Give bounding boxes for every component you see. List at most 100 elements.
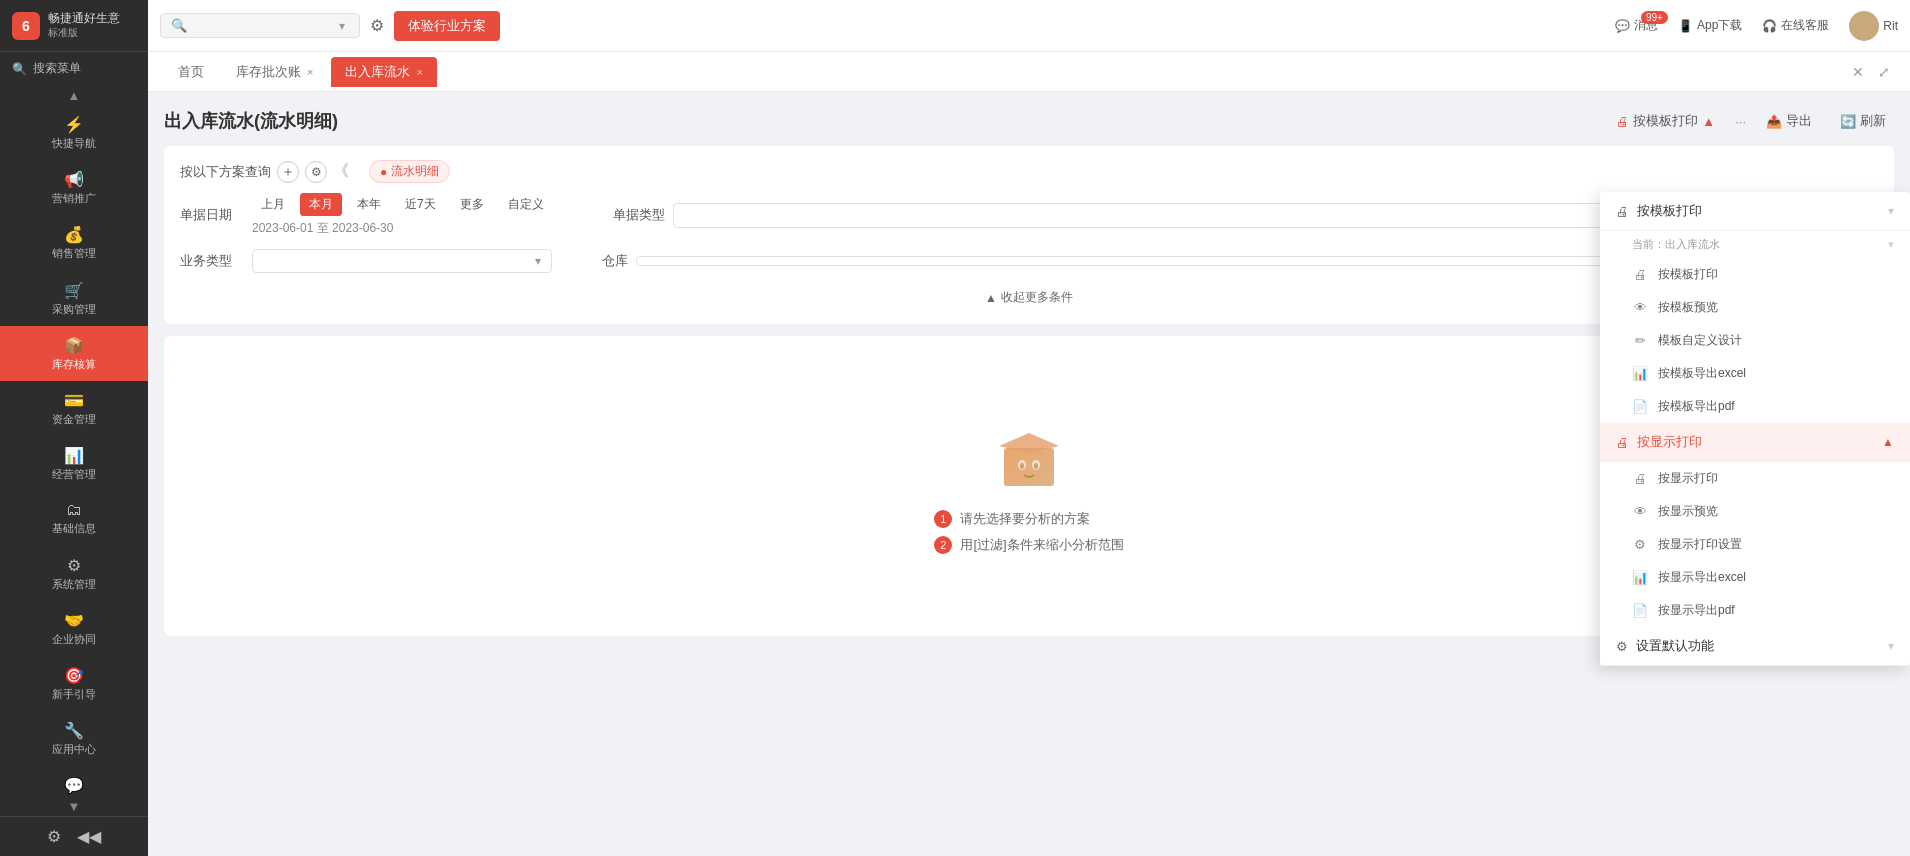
sidebar-item-finance[interactable]: 💳 资金管理: [0, 381, 148, 436]
dropdown-template-print-header[interactable]: 🖨 按模板打印 ▾: [1600, 192, 1910, 231]
tab-home-label: 首页: [178, 63, 204, 81]
date-btn-this-month[interactable]: 本月: [300, 193, 342, 216]
tab-batch-ledger[interactable]: 库存批次账 ×: [222, 57, 327, 87]
sidebar-item-label: 营销推广: [52, 192, 96, 205]
export-button[interactable]: 📤 导出: [1758, 108, 1820, 134]
app-logo-icon: 6: [12, 12, 40, 40]
template-print-label: 按模板打印: [1658, 266, 1718, 283]
page-title: 出入库流水(流水明细): [164, 109, 338, 133]
date-btn-custom[interactable]: 自定义: [499, 193, 553, 216]
tab-batch-ledger-label: 库存批次账: [236, 63, 301, 81]
filter-add-button[interactable]: ＋: [277, 161, 299, 183]
tab-batch-ledger-close[interactable]: ×: [307, 66, 313, 78]
step-1-num: 1: [934, 510, 952, 528]
sidebar-item-label: 经营管理: [52, 468, 96, 481]
dropdown-item-display-print[interactable]: 🖨 按显示打印: [1600, 462, 1910, 495]
base-info-icon: 🗂: [66, 501, 82, 519]
sidebar-item-newbie[interactable]: 🎯 新手引导: [0, 656, 148, 711]
refresh-button[interactable]: 🔄 刷新: [1832, 108, 1894, 134]
filter-setting-button[interactable]: ⚙: [305, 161, 327, 183]
industry-solution-button[interactable]: 体验行业方案: [394, 11, 500, 41]
sidebar-item-marketing[interactable]: 📢 营销推广: [0, 160, 148, 215]
collapse-up-icon: ▲: [985, 291, 997, 305]
printer-icon: 🖨: [1616, 114, 1629, 129]
export-label: 导出: [1786, 112, 1812, 130]
print-template-button[interactable]: 🖨 按模板打印 ▲: [1608, 108, 1723, 134]
filter-collapse-icon[interactable]: 《: [333, 161, 349, 182]
sidebar-item-label: 应用中心: [52, 743, 96, 756]
dropdown-item-display-print-settings[interactable]: ⚙ 按显示打印设置: [1600, 528, 1910, 561]
sidebar-item-label: 基础信息: [52, 522, 96, 535]
dropdown-item-display-pdf[interactable]: 📄 按显示导出pdf: [1600, 594, 1910, 627]
topbar-message-btn[interactable]: 💬 消息 99+: [1615, 17, 1658, 34]
dropdown-item-template-excel[interactable]: 📊 按模板导出excel: [1600, 357, 1910, 390]
sidebar-scroll-up[interactable]: ▲: [0, 85, 148, 105]
window-expand-button[interactable]: ⤢: [1874, 62, 1894, 82]
sidebar-nav: ⚡ 快捷导航 📢 营销推广 💰 销售管理 🛒 采购管理 📦 库存核算 💳 资金管…: [0, 105, 148, 796]
dropdown-item-display-preview[interactable]: 👁 按显示预览: [1600, 495, 1910, 528]
sidebar-item-enterprise-wechat[interactable]: 💬 企业微信: [0, 766, 148, 796]
sidebar-settings-icon[interactable]: ⚙: [47, 827, 61, 846]
sidebar-item-base-info[interactable]: 🗂 基础信息: [0, 491, 148, 545]
dropdown-item-template-pdf[interactable]: 📄 按模板导出pdf: [1600, 390, 1910, 423]
default-section-label: 设置默认功能: [1636, 637, 1714, 655]
tab-home[interactable]: 首页: [164, 57, 218, 87]
sidebar-scroll-down[interactable]: ▼: [0, 796, 148, 816]
sidebar-item-system[interactable]: ⚙ 系统管理: [0, 546, 148, 601]
page-actions-bar: 🖨 按模板打印 ▲ ··· 📤 导出 🔄 刷新: [1608, 108, 1894, 134]
business-type-select[interactable]: ▾: [252, 249, 552, 273]
date-btn-more[interactable]: 更多: [451, 193, 493, 216]
tab-flow[interactable]: 出入库流水 ×: [331, 57, 436, 87]
topbar-search-input[interactable]: [193, 19, 333, 33]
topbar-gear-icon[interactable]: ⚙: [370, 16, 384, 35]
sidebar-item-purchase[interactable]: 🛒 采购管理: [0, 271, 148, 326]
sidebar-item-inventory[interactable]: 📦 库存核算: [0, 326, 148, 381]
warehouse-select[interactable]: [636, 256, 1704, 266]
topbar-search-box[interactable]: 🔍 ▾: [160, 13, 360, 38]
display-print-header-icon: 🖨: [1616, 435, 1629, 450]
display-print-icon: 🖨: [1632, 471, 1648, 486]
dropdown-item-template-preview[interactable]: 👁 按模板预览: [1600, 291, 1910, 324]
sidebar-item-operations[interactable]: 📊 经营管理: [0, 436, 148, 491]
newbie-icon: 🎯: [64, 666, 84, 685]
sidebar-item-app-center[interactable]: 🔧 应用中心: [0, 711, 148, 766]
dropdown-current-label: 当前：出入库流水 ▾: [1600, 231, 1910, 258]
template-pdf-label: 按模板导出pdf: [1658, 398, 1735, 415]
sidebar-item-sales[interactable]: 💰 销售管理: [0, 215, 148, 270]
print-dropdown-panel: 🖨 按模板打印 ▾ 当前：出入库流水 ▾ 🖨 按模板打印 👁 按模板预览 ✏ 模…: [1600, 192, 1910, 666]
sidebar-collapse-icon[interactable]: ◀◀: [77, 827, 101, 846]
display-print-section-label: 按显示打印: [1637, 433, 1702, 451]
dropdown-item-display-excel[interactable]: 📊 按显示导出excel: [1600, 561, 1910, 594]
empty-steps: 1 请先选择要分析的方案 2 用[过滤]条件来缩小分析范围: [934, 510, 1123, 554]
filter-tag-chip[interactable]: ● 流水明细: [369, 160, 450, 183]
tab-flow-close[interactable]: ×: [416, 66, 422, 78]
date-btn-this-year[interactable]: 本年: [348, 193, 390, 216]
dropdown-item-template-print[interactable]: 🖨 按模板打印: [1600, 258, 1910, 291]
date-btn-7days[interactable]: 近7天: [396, 193, 445, 216]
more-options-dots[interactable]: ···: [1735, 114, 1746, 129]
enterprise-wechat-icon: 💬: [64, 776, 84, 795]
window-close-button[interactable]: ✕: [1848, 62, 1868, 82]
filter-tag-area: ● 流水明细: [369, 160, 450, 183]
date-btn-last-month[interactable]: 上月: [252, 193, 294, 216]
business-type-chevron: ▾: [535, 254, 541, 268]
finance-icon: 💳: [64, 391, 84, 410]
display-preview-label: 按显示预览: [1658, 503, 1718, 520]
topbar-search-chevron[interactable]: ▾: [339, 19, 345, 33]
template-design-icon: ✏: [1632, 333, 1648, 348]
dropdown-default-section-header[interactable]: ⚙ 设置默认功能 ▾: [1600, 627, 1910, 666]
sidebar-search[interactable]: 🔍 搜索菜单: [0, 52, 148, 85]
topbar-app-download-btn[interactable]: 📱 App下载: [1678, 17, 1742, 34]
display-preview-icon: 👁: [1632, 504, 1648, 519]
sidebar-item-label: 资金管理: [52, 413, 96, 426]
sidebar-item-enterprise[interactable]: 🤝 企业协同: [0, 601, 148, 656]
topbar-user-area[interactable]: Rit: [1849, 11, 1898, 41]
sidebar-item-quick-nav[interactable]: ⚡ 快捷导航: [0, 105, 148, 160]
dropdown-display-print-header[interactable]: 🖨 按显示打印 ▲: [1600, 423, 1910, 462]
template-preview-label: 按模板预览: [1658, 299, 1718, 316]
sidebar-logo: 6 畅捷通好生意 标准版: [0, 0, 148, 52]
template-print-icon: 🖨: [1632, 267, 1648, 282]
topbar-online-service-btn[interactable]: 🎧 在线客服: [1762, 17, 1829, 34]
sidebar-item-label: 企业协同: [52, 633, 96, 646]
dropdown-item-template-design[interactable]: ✏ 模板自定义设计: [1600, 324, 1910, 357]
